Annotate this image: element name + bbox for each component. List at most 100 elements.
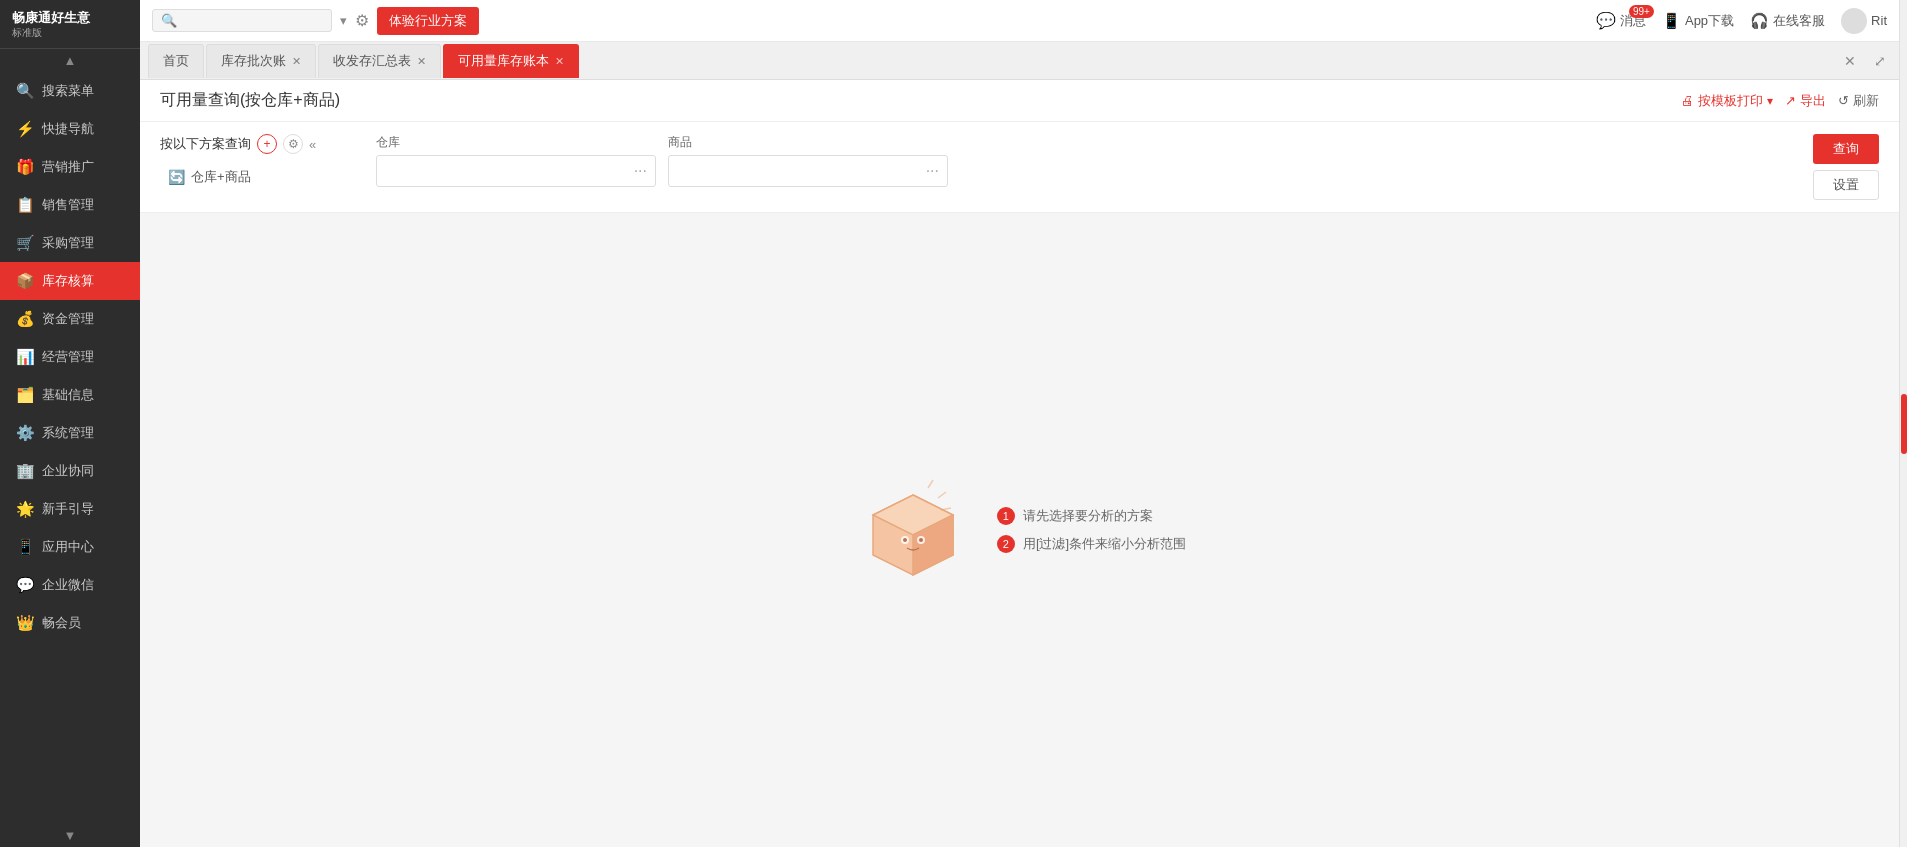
right-edge-bar (1901, 394, 1907, 454)
svg-point-5 (903, 538, 907, 542)
sidebar-item-marketing[interactable]: 🎁 营销推广 (0, 148, 140, 186)
sidebar: 畅康通好生意 标准版 ▲ 🔍 搜索菜单 ⚡ 快捷导航 🎁 营销推广 📋 销售管理… (0, 0, 140, 847)
header-settings-icon[interactable]: ⚙ (355, 11, 369, 30)
sidebar-item-search[interactable]: 🔍 搜索菜单 (0, 72, 140, 110)
page-header-actions: 🖨 按模板打印 ▾ ↗ 导出 ↺ 刷新 (1681, 92, 1879, 110)
svg-line-7 (928, 480, 933, 488)
top-header: 🔍 ▾ ⚙ 体验行业方案 💬 消息 99+ 📱 App下载 🎧 在线客服 Rit (140, 0, 1899, 42)
tab-bar: 首页 库存批次账 ✕ 收发存汇总表 ✕ 可用量库存账本 ✕ ✕ ⤢ (140, 42, 1899, 80)
sidebar-label-purchase: 采购管理 (42, 234, 94, 252)
sidebar-item-operations[interactable]: 📊 经营管理 (0, 338, 140, 376)
sidebar-item-inventory[interactable]: 📦 库存核算 (0, 262, 140, 300)
member-icon: 👑 (16, 614, 34, 632)
search-box[interactable]: 🔍 (152, 9, 332, 32)
filter-fields: 仓库 ··· 商品 ··· (376, 134, 1797, 187)
svg-line-8 (938, 492, 946, 498)
tab-window-controls: ✕ ⤢ (1839, 50, 1891, 72)
scheme-item-warehouse-goods[interactable]: 🔄 仓库+商品 (160, 162, 360, 192)
goods-input[interactable]: ··· (668, 155, 948, 187)
tab-batch-account-close[interactable]: ✕ (292, 55, 301, 68)
tab-available-ledger[interactable]: 可用量库存账本 ✕ (443, 44, 579, 78)
collapse-btn[interactable]: « (309, 137, 316, 152)
sidebar-item-wechat[interactable]: 💬 企业微信 (0, 566, 140, 604)
export-label: 导出 (1800, 92, 1826, 110)
sidebar-item-shortcut[interactable]: ⚡ 快捷导航 (0, 110, 140, 148)
finance-icon: 💰 (16, 310, 34, 328)
add-scheme-btn[interactable]: + (257, 134, 277, 154)
basic-icon: 🗂️ (16, 386, 34, 404)
app-subtitle: 标准版 (12, 26, 128, 40)
query-btn[interactable]: 查询 (1813, 134, 1879, 164)
sidebar-label-search: 搜索菜单 (42, 82, 94, 100)
sidebar-menu: 🔍 搜索菜单 ⚡ 快捷导航 🎁 营销推广 📋 销售管理 🛒 采购管理 📦 库存核… (0, 72, 140, 824)
search-input[interactable] (181, 14, 301, 28)
sidebar-label-newbie: 新手引导 (42, 500, 94, 518)
goods-dots[interactable]: ··· (926, 162, 939, 180)
user-menu[interactable]: Rit (1841, 8, 1887, 34)
message-btn[interactable]: 💬 消息 99+ (1596, 11, 1646, 30)
tab-expand-btn[interactable]: ⤢ (1869, 50, 1891, 72)
warehouse-input[interactable]: ··· (376, 155, 656, 187)
app-download-btn[interactable]: 📱 App下载 (1662, 12, 1734, 30)
export-btn[interactable]: ↗ 导出 (1785, 92, 1826, 110)
empty-tip-1: 1 请先选择要分析的方案 (997, 507, 1186, 525)
sidebar-label-wechat: 企业微信 (42, 576, 94, 594)
tab-inventory-summary[interactable]: 收发存汇总表 ✕ (318, 44, 441, 78)
sidebar-item-sales[interactable]: 📋 销售管理 (0, 186, 140, 224)
sidebar-label-finance: 资金管理 (42, 310, 94, 328)
online-service-label: 在线客服 (1773, 12, 1825, 30)
sidebar-item-newbie[interactable]: 🌟 新手引导 (0, 490, 140, 528)
wechat-icon: 💬 (16, 576, 34, 594)
empty-tip-1-text: 请先选择要分析的方案 (1023, 507, 1153, 525)
sidebar-label-system: 系统管理 (42, 424, 94, 442)
settings-btn[interactable]: 设置 (1813, 170, 1879, 200)
online-service-btn[interactable]: 🎧 在线客服 (1750, 12, 1825, 30)
marketing-icon: 🎁 (16, 158, 34, 176)
sidebar-label-shortcut: 快捷导航 (42, 120, 94, 138)
avatar (1841, 8, 1867, 34)
sidebar-item-system[interactable]: ⚙️ 系统管理 (0, 414, 140, 452)
export-icon: ↗ (1785, 93, 1796, 108)
empty-state: 1 请先选择要分析的方案 2 用[过滤]条件来缩小分析范围 (140, 213, 1899, 847)
page-header: 可用量查询(按仓库+商品) 🖨 按模板打印 ▾ ↗ 导出 ↺ 刷新 (140, 80, 1899, 122)
tab-inventory-summary-close[interactable]: ✕ (417, 55, 426, 68)
warehouse-text-input[interactable] (385, 164, 630, 179)
print-dropdown-icon[interactable]: ▾ (1767, 94, 1773, 108)
sidebar-label-enterprise: 企业协同 (42, 462, 94, 480)
tab-batch-account[interactable]: 库存批次账 ✕ (206, 44, 316, 78)
enterprise-icon: 🏢 (16, 462, 34, 480)
tab-home[interactable]: 首页 (148, 44, 204, 78)
scheme-settings-btn[interactable]: ⚙ (283, 134, 303, 154)
sidebar-scroll-up[interactable]: ▲ (0, 49, 140, 72)
add-icon: + (263, 137, 270, 151)
sidebar-item-finance[interactable]: 💰 资金管理 (0, 300, 140, 338)
shortcut-icon: ⚡ (16, 120, 34, 138)
refresh-btn[interactable]: ↺ 刷新 (1838, 92, 1879, 110)
refresh-label: 刷新 (1853, 92, 1879, 110)
scheme-header-label: 按以下方案查询 (160, 135, 251, 153)
sidebar-item-appstore[interactable]: 📱 应用中心 (0, 528, 140, 566)
step-2-num: 2 (997, 535, 1015, 553)
tab-available-ledger-close[interactable]: ✕ (555, 55, 564, 68)
warehouse-filter: 仓库 ··· (376, 134, 656, 187)
tab-batch-account-label: 库存批次账 (221, 52, 286, 70)
purchase-icon: 🛒 (16, 234, 34, 252)
empty-text: 1 请先选择要分析的方案 2 用[过滤]条件来缩小分析范围 (997, 507, 1186, 553)
goods-text-input[interactable] (677, 164, 922, 179)
query-actions: 查询 设置 (1813, 134, 1879, 200)
dropdown-arrow-icon[interactable]: ▾ (340, 13, 347, 28)
industry-btn[interactable]: 体验行业方案 (377, 7, 479, 35)
sidebar-item-purchase[interactable]: 🛒 采购管理 (0, 224, 140, 262)
sidebar-item-enterprise[interactable]: 🏢 企业协同 (0, 452, 140, 490)
sidebar-item-member[interactable]: 👑 畅会员 (0, 604, 140, 642)
warehouse-label: 仓库 (376, 134, 656, 151)
warehouse-dots[interactable]: ··· (634, 162, 647, 180)
refresh-icon: ↺ (1838, 93, 1849, 108)
scheme-settings-icon: ⚙ (288, 137, 299, 151)
page-content: 可用量查询(按仓库+商品) 🖨 按模板打印 ▾ ↗ 导出 ↺ 刷新 (140, 80, 1899, 847)
sidebar-scroll-down[interactable]: ▼ (0, 824, 140, 847)
print-btn[interactable]: 🖨 按模板打印 ▾ (1681, 92, 1773, 110)
tab-close-all-btn[interactable]: ✕ (1839, 50, 1861, 72)
query-panel: 按以下方案查询 + ⚙ « 🔄 仓库+商品 仓库 (140, 122, 1899, 213)
sidebar-item-basic[interactable]: 🗂️ 基础信息 (0, 376, 140, 414)
